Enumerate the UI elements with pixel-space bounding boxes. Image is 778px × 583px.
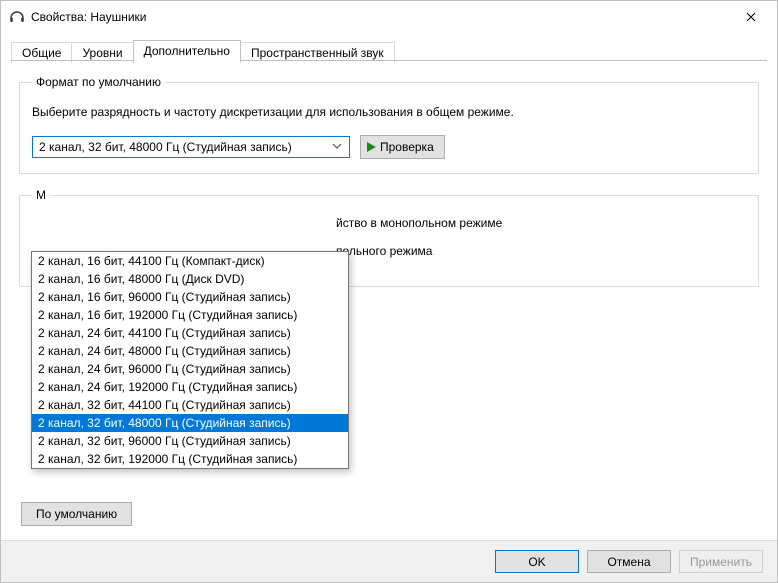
sample-format-option[interactable]: 2 канал, 16 бит, 44100 Гц (Компакт-диск) (32, 252, 348, 270)
sample-format-option[interactable]: 2 канал, 32 бит, 192000 Гц (Студийная за… (32, 450, 348, 468)
sample-format-option[interactable]: 2 канал, 16 бит, 48000 Гц (Диск DVD) (32, 270, 348, 288)
exclusive-mode-legend: М (32, 188, 50, 202)
sample-format-option[interactable]: 2 канал, 16 бит, 96000 Гц (Студийная зап… (32, 288, 348, 306)
sample-format-value: 2 канал, 32 бит, 48000 Гц (Студийная зап… (39, 140, 329, 154)
exclusive-line1: йство в монопольном режиме (36, 216, 746, 230)
apply-button[interactable]: Применить (679, 550, 763, 573)
sample-format-dropdown[interactable]: 2 канал, 16 бит, 44100 Гц (Компакт-диск)… (31, 251, 349, 469)
titlebar: Свойства: Наушники (1, 1, 777, 33)
sample-format-combo[interactable]: 2 канал, 32 бит, 48000 Гц (Студийная зап… (32, 136, 350, 158)
sample-format-option[interactable]: 2 канал, 32 бит, 96000 Гц (Студийная зап… (32, 432, 348, 450)
tab-advanced[interactable]: Дополнительно (133, 40, 241, 62)
default-format-description: Выберите разрядность и частоту дискретиз… (32, 103, 746, 121)
sample-format-option[interactable]: 2 канал, 24 бит, 48000 Гц (Студийная зап… (32, 342, 348, 360)
cancel-button[interactable]: Отмена (587, 550, 671, 573)
tab-strip: Общие Уровни Дополнительно Пространствен… (1, 37, 777, 61)
sample-format-option[interactable]: 2 канал, 24 бит, 96000 Гц (Студийная зап… (32, 360, 348, 378)
play-icon (367, 142, 376, 152)
dialog-footer: OK Отмена Применить (1, 540, 777, 582)
close-button[interactable] (729, 3, 773, 31)
sample-format-option[interactable]: 2 канал, 24 бит, 44100 Гц (Студийная зап… (32, 324, 348, 342)
sample-format-option[interactable]: 2 канал, 24 бит, 192000 Гц (Студийная за… (32, 378, 348, 396)
restore-defaults-button[interactable]: По умолчанию (21, 502, 132, 526)
test-button[interactable]: Проверка (360, 135, 445, 159)
tab-content: Формат по умолчанию Выберите разрядность… (1, 61, 777, 540)
default-format-group: Формат по умолчанию Выберите разрядность… (19, 75, 759, 174)
ok-button[interactable]: OK (495, 550, 579, 573)
properties-window: Свойства: Наушники Общие Уровни Дополнит… (0, 0, 778, 583)
window-title: Свойства: Наушники (31, 10, 729, 24)
headphones-icon (9, 9, 25, 25)
sample-format-option[interactable]: 2 канал, 16 бит, 192000 Гц (Студийная за… (32, 306, 348, 324)
sample-format-option[interactable]: 2 канал, 32 бит, 44100 Гц (Студийная зап… (32, 396, 348, 414)
default-format-legend: Формат по умолчанию (32, 75, 165, 89)
sample-format-option[interactable]: 2 канал, 32 бит, 48000 Гц (Студийная зап… (32, 414, 348, 432)
chevron-down-icon (329, 140, 345, 154)
